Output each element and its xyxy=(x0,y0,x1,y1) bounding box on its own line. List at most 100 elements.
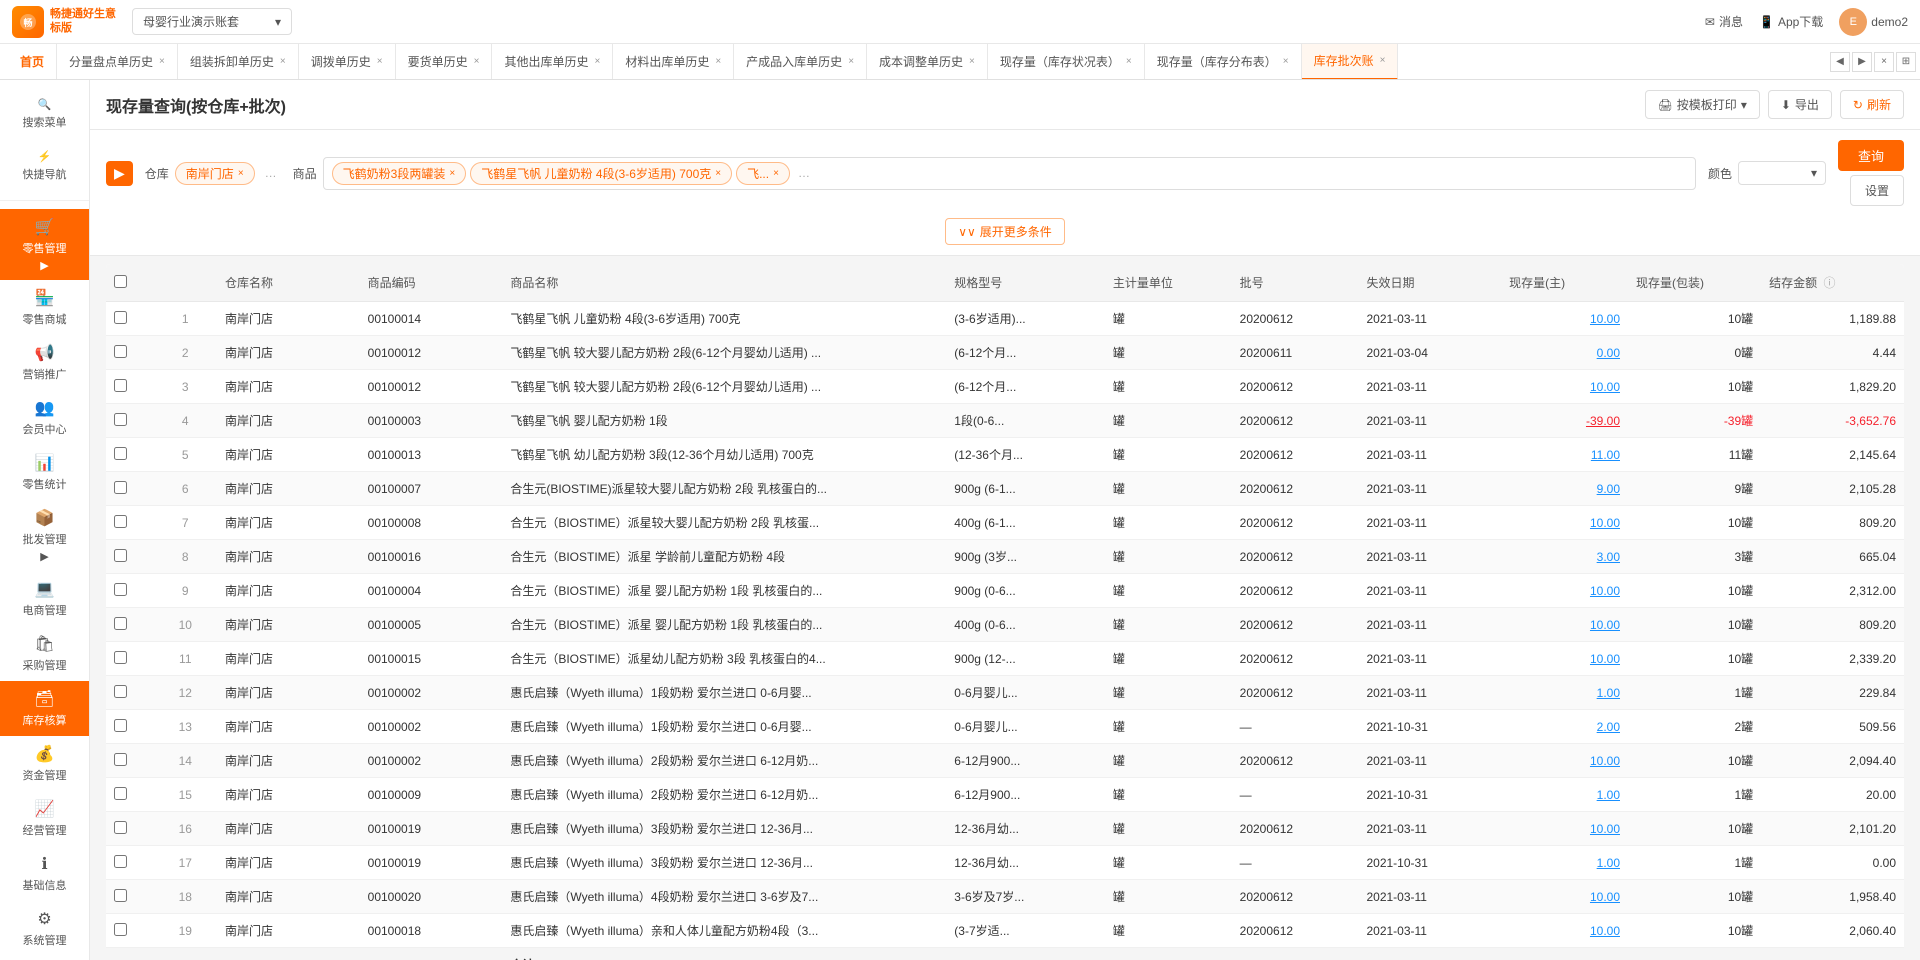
template-print-button[interactable]: 🖨 按模板打印 ▾ xyxy=(1645,90,1760,119)
filter-color-dropdown[interactable]: ▾ xyxy=(1738,161,1826,185)
row-qty-main[interactable]: 10.00 xyxy=(1501,370,1628,404)
row-qty-main[interactable]: 11.00 xyxy=(1501,438,1628,472)
row-checkbox[interactable] xyxy=(114,413,127,426)
row-checkbox[interactable] xyxy=(114,821,127,834)
expand-conditions-button[interactable]: ∨∨ 展开更多条件 xyxy=(945,218,1065,245)
row-checkbox[interactable] xyxy=(114,719,127,732)
nav-next-button[interactable]: ▶ xyxy=(1852,52,1872,72)
expand-icon[interactable]: ▶ xyxy=(106,161,133,186)
sidebar-item-biz-mgmt[interactable]: 📈 经营管理 xyxy=(0,791,89,846)
message-button[interactable]: ✉ 消息 xyxy=(1705,13,1743,30)
app-download-button[interactable]: 📱 App下载 xyxy=(1759,13,1823,30)
user-avatar[interactable]: E demo2 xyxy=(1839,8,1908,36)
close-tab-productin[interactable]: × xyxy=(848,56,854,67)
close-tab-splitinv[interactable]: × xyxy=(159,56,165,67)
row-qty-main[interactable]: 10.00 xyxy=(1501,302,1628,336)
sidebar-item-ecommerce[interactable]: 💻 电商管理 xyxy=(0,571,89,626)
filter-tag-product2[interactable]: 飞鹤星飞帆 儿童奶粉 4段(3-6岁适用) 700克 × xyxy=(470,162,732,185)
tab-splitinv[interactable]: 分量盘点单历史 × xyxy=(57,44,178,80)
row-checkbox[interactable] xyxy=(114,617,127,630)
row-checkbox[interactable] xyxy=(114,379,127,392)
tab-home[interactable]: 首页 xyxy=(8,44,57,80)
row-qty-main[interactable]: 10.00 xyxy=(1501,914,1628,948)
tab-costadj[interactable]: 成本调整单历史 × xyxy=(867,44,988,80)
sidebar-item-batch-mgmt[interactable]: 📦 批发管理 ▶ xyxy=(0,500,89,571)
remove-product-tag1[interactable]: × xyxy=(449,168,455,179)
sidebar-item-sys-mgmt[interactable]: ⚙ 系统管理 xyxy=(0,901,89,956)
row-checkbox[interactable] xyxy=(114,515,127,528)
row-qty-main[interactable]: 9.00 xyxy=(1501,472,1628,506)
tab-materialout[interactable]: 材料出库单历史 × xyxy=(613,44,734,80)
tab-mix[interactable]: 调拨单历史 × xyxy=(299,44,396,80)
row-qty-main[interactable]: 10.00 xyxy=(1501,642,1628,676)
remove-product-tag3[interactable]: × xyxy=(773,168,779,179)
sidebar-item-purchase[interactable]: 🛍 采购管理 xyxy=(0,626,89,681)
sidebar-item-retail-mgmt[interactable]: 🛒 零售管理 ▶ xyxy=(0,209,89,280)
row-checkbox[interactable] xyxy=(114,855,127,868)
export-button[interactable]: ⬇ 导出 xyxy=(1768,90,1832,119)
row-qty-main[interactable]: 1.00 xyxy=(1501,846,1628,880)
row-qty-main[interactable]: 10.00 xyxy=(1501,880,1628,914)
row-checkbox[interactable] xyxy=(114,481,127,494)
row-checkbox[interactable] xyxy=(114,923,127,936)
sidebar-item-basic-info[interactable]: ℹ 基础信息 xyxy=(0,846,89,901)
row-checkbox[interactable] xyxy=(114,651,127,664)
tab-stockdist[interactable]: 现存量（库存分布表） × xyxy=(1145,44,1302,80)
row-checkbox[interactable] xyxy=(114,583,127,596)
settings-button[interactable]: 设置 xyxy=(1850,175,1904,206)
row-qty-main[interactable]: 3.00 xyxy=(1501,540,1628,574)
close-tab-unpack[interactable]: × xyxy=(280,56,286,67)
filter-expand-arrow[interactable]: ▶ xyxy=(106,161,133,186)
sidebar-item-marketing[interactable]: 📢 营销推广 xyxy=(0,335,89,390)
row-checkbox[interactable] xyxy=(114,787,127,800)
sidebar-item-member[interactable]: 👥 会员中心 xyxy=(0,390,89,445)
sidebar-item-retail-shop[interactable]: 🏪 零售商城 xyxy=(0,280,89,335)
close-tab-reqgoods[interactable]: × xyxy=(474,56,480,67)
balance-info-icon[interactable]: ⓘ xyxy=(1824,276,1836,290)
row-checkbox[interactable] xyxy=(114,753,127,766)
close-tab-materialout[interactable]: × xyxy=(715,56,721,67)
sidebar-item-finance[interactable]: 💰 资金管理 xyxy=(0,736,89,791)
search-button[interactable]: 查询 xyxy=(1838,140,1904,171)
row-qty-main[interactable]: 0.00 xyxy=(1501,336,1628,370)
nav-close-all-button[interactable]: × xyxy=(1874,52,1894,72)
row-checkbox[interactable] xyxy=(114,549,127,562)
nav-expand-button[interactable]: ⊞ xyxy=(1896,52,1916,72)
remove-warehouse-tag[interactable]: × xyxy=(238,168,244,179)
tab-unpack[interactable]: 组装拆卸单历史 × xyxy=(178,44,299,80)
filter-tag-product1[interactable]: 飞鹤奶粉3段两罐装 × xyxy=(332,162,467,185)
tab-otherout[interactable]: 其他出库单历史 × xyxy=(492,44,613,80)
refresh-button[interactable]: ↻ 刷新 xyxy=(1840,90,1904,119)
row-checkbox[interactable] xyxy=(114,889,127,902)
tab-stockstatus[interactable]: 现存量（库存状况表） × xyxy=(988,44,1145,80)
row-qty-main[interactable]: 10.00 xyxy=(1501,812,1628,846)
row-checkbox[interactable] xyxy=(114,311,127,324)
row-qty-main[interactable]: 10.00 xyxy=(1501,608,1628,642)
tab-batchstock[interactable]: 库存批次账 × xyxy=(1302,44,1399,80)
warehouse-more[interactable]: … xyxy=(261,166,281,180)
close-tab-stockdist[interactable]: × xyxy=(1283,56,1289,67)
row-checkbox[interactable] xyxy=(114,447,127,460)
close-tab-costadj[interactable]: × xyxy=(969,56,975,67)
product-more[interactable]: … xyxy=(794,166,814,180)
sidebar-item-enterprise[interactable]: 🏢 企业协同 xyxy=(0,956,89,960)
row-qty-main[interactable]: 2.00 xyxy=(1501,710,1628,744)
close-tab-otherout[interactable]: × xyxy=(594,56,600,67)
industry-select[interactable]: 母婴行业演示账套 ▾ xyxy=(132,8,292,35)
row-qty-main[interactable]: 10.00 xyxy=(1501,506,1628,540)
sidebar-item-stock-check[interactable]: 🗃 库存核算 xyxy=(0,681,89,736)
close-tab-stockstatus[interactable]: × xyxy=(1126,56,1132,67)
row-qty-main[interactable]: 1.00 xyxy=(1501,778,1628,812)
filter-product-input[interactable]: 飞鹤奶粉3段两罐装 × 飞鹤星飞帆 儿童奶粉 4段(3-6岁适用) 700克 ×… xyxy=(323,157,1696,190)
filter-tag-warehouse[interactable]: 南岸门店 × xyxy=(175,162,255,185)
row-checkbox[interactable] xyxy=(114,685,127,698)
close-tab-batchstock[interactable]: × xyxy=(1380,55,1386,66)
remove-product-tag2[interactable]: × xyxy=(715,168,721,179)
row-qty-main[interactable]: -39.00 xyxy=(1501,404,1628,438)
sidebar-item-retail-stats[interactable]: 📊 零售统计 xyxy=(0,445,89,500)
filter-tag-product3[interactable]: 飞... × xyxy=(736,162,790,185)
select-all-checkbox[interactable] xyxy=(114,275,127,288)
close-tab-mix[interactable]: × xyxy=(377,56,383,67)
row-qty-main[interactable]: 1.00 xyxy=(1501,676,1628,710)
sidebar-search[interactable]: 🔍 搜索菜单 xyxy=(0,88,89,140)
